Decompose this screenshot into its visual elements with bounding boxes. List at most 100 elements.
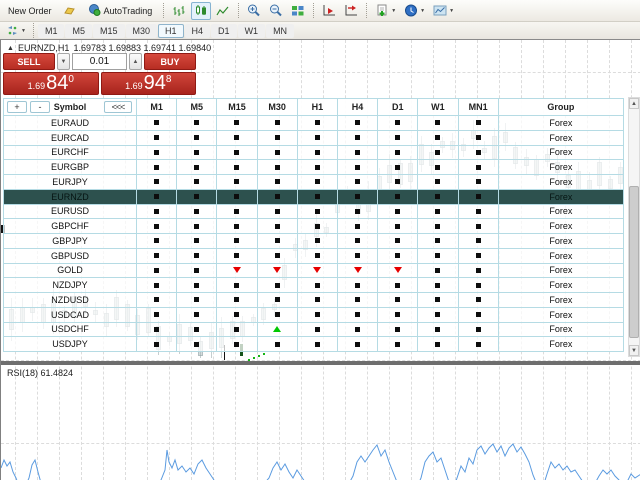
signal-cell[interactable] — [177, 130, 218, 145]
signal-cell[interactable] — [177, 307, 218, 322]
matrix-row-gbpchf[interactable]: GBPCHF Forex — [4, 219, 623, 234]
autotrading-button[interactable]: AutoTrading — [82, 1, 159, 21]
add-symbol-button[interactable]: + — [7, 101, 27, 113]
signal-cell[interactable] — [217, 160, 258, 174]
signal-cell[interactable] — [378, 175, 419, 189]
remove-symbol-button[interactable]: - — [30, 101, 50, 113]
signal-cell[interactable] — [137, 307, 178, 322]
window-splitter[interactable] — [1, 361, 640, 365]
signal-cell[interactable] — [338, 175, 379, 189]
signal-cell[interactable] — [217, 175, 258, 189]
bar-chart-button[interactable] — [169, 2, 189, 20]
timeframe-button-h4[interactable]: H4 — [184, 23, 211, 38]
signal-cell[interactable] — [298, 293, 338, 307]
signal-cell[interactable] — [177, 189, 218, 204]
signal-cell[interactable] — [258, 219, 298, 233]
signal-cell[interactable] — [378, 234, 419, 248]
signal-cell[interactable] — [338, 160, 379, 174]
signal-cell[interactable] — [217, 189, 258, 204]
signal-cell[interactable] — [258, 145, 298, 160]
matrix-row-gold[interactable]: GOLD Forex — [4, 263, 623, 279]
scrollbar-thumb[interactable] — [629, 186, 639, 338]
matrix-row-usdchf[interactable]: USDCHF Forex — [4, 322, 623, 338]
signal-cell[interactable] — [378, 248, 419, 263]
matrix-row-gbpjpy[interactable]: GBPJPY Forex — [4, 234, 623, 249]
signal-cell[interactable] — [137, 175, 178, 189]
signal-cell[interactable] — [258, 337, 298, 351]
buy-price[interactable]: 1.69 94 8 — [100, 72, 196, 95]
signal-cell[interactable] — [137, 234, 178, 248]
signal-cell[interactable] — [298, 189, 338, 204]
signal-cell[interactable] — [378, 307, 419, 322]
signal-cell[interactable] — [459, 337, 499, 351]
signal-cell[interactable] — [378, 278, 419, 292]
signal-cell[interactable] — [217, 145, 258, 160]
signal-cell[interactable] — [177, 293, 218, 307]
signal-cell[interactable] — [258, 189, 298, 204]
matrix-row-euraud[interactable]: EURAUD Forex — [4, 116, 623, 131]
signal-cell[interactable] — [459, 130, 499, 145]
signal-cell[interactable] — [459, 204, 499, 219]
signal-cell[interactable] — [459, 293, 499, 307]
signal-cell[interactable] — [137, 116, 178, 130]
line-chart-button[interactable] — [213, 2, 233, 20]
signal-cell[interactable] — [177, 145, 218, 160]
signal-cell[interactable] — [418, 175, 459, 189]
volume-increase-button[interactable]: ▲ — [129, 53, 142, 70]
signal-cell[interactable] — [459, 234, 499, 248]
signal-cell[interactable] — [177, 175, 218, 189]
signal-cell[interactable] — [338, 130, 379, 145]
matrix-row-eurchf[interactable]: EURCHF Forex — [4, 145, 623, 161]
auto-scroll-button[interactable] — [319, 2, 339, 20]
signal-cell[interactable] — [137, 293, 178, 307]
signal-cell[interactable] — [137, 204, 178, 219]
signal-cell[interactable] — [459, 248, 499, 263]
volume-decrease-button[interactable]: ▼ — [57, 53, 70, 70]
zoom-out-button[interactable] — [266, 2, 286, 20]
signal-cell[interactable] — [177, 160, 218, 174]
signal-cell[interactable] — [298, 307, 338, 322]
signal-cell[interactable] — [338, 116, 379, 130]
periods-button[interactable]: ▼ — [401, 2, 428, 20]
signal-cell[interactable] — [217, 263, 258, 278]
matrix-row-eurcad[interactable]: EURCAD Forex — [4, 130, 623, 146]
signal-cell[interactable] — [137, 160, 178, 174]
signal-cell[interactable] — [418, 219, 459, 233]
collapse-button[interactable]: <<< — [104, 101, 132, 113]
timeframe-button-m1[interactable]: M1 — [37, 23, 65, 38]
signal-cell[interactable] — [418, 337, 459, 351]
signal-cell[interactable] — [258, 278, 298, 292]
signal-cell[interactable] — [459, 145, 499, 160]
signal-cell[interactable] — [378, 160, 419, 174]
signal-cell[interactable] — [298, 145, 338, 160]
signal-cell[interactable] — [338, 263, 379, 278]
signal-cell[interactable] — [378, 337, 419, 351]
signal-cell[interactable] — [378, 293, 419, 307]
matrix-row-usdcad[interactable]: USDCAD Forex — [4, 307, 623, 323]
signal-cell[interactable] — [298, 234, 338, 248]
signal-cell[interactable] — [418, 293, 459, 307]
scroll-up-button[interactable]: ▲ — [629, 98, 639, 109]
matrix-row-gbpusd[interactable]: GBPUSD Forex — [4, 248, 623, 264]
timeframe-button-d1[interactable]: D1 — [211, 23, 237, 38]
signal-cell[interactable] — [459, 219, 499, 233]
signal-cell[interactable] — [338, 234, 379, 248]
matrix-row-eurnzd[interactable]: EURNZD Forex — [4, 189, 623, 205]
buy-button[interactable]: BUY — [144, 53, 196, 70]
signal-cell[interactable] — [378, 130, 419, 145]
signal-cell[interactable] — [378, 189, 419, 204]
signal-cell[interactable] — [298, 219, 338, 233]
signal-cell[interactable] — [137, 263, 178, 278]
chart-area[interactable]: ▲ EURNZD,H1 1.69783 1.69883 1.69741 1.69… — [0, 40, 640, 480]
signal-cell[interactable] — [217, 322, 258, 337]
signal-cell[interactable] — [459, 189, 499, 204]
signal-cell[interactable] — [418, 248, 459, 263]
signal-cell[interactable] — [177, 337, 218, 351]
signal-cell[interactable] — [177, 204, 218, 219]
signal-cell[interactable] — [418, 130, 459, 145]
signal-cell[interactable] — [258, 204, 298, 219]
signal-cell[interactable] — [418, 145, 459, 160]
add-indicator-button[interactable]: ▼ — [372, 2, 399, 20]
signal-cell[interactable] — [338, 322, 379, 337]
signal-cell[interactable] — [217, 293, 258, 307]
